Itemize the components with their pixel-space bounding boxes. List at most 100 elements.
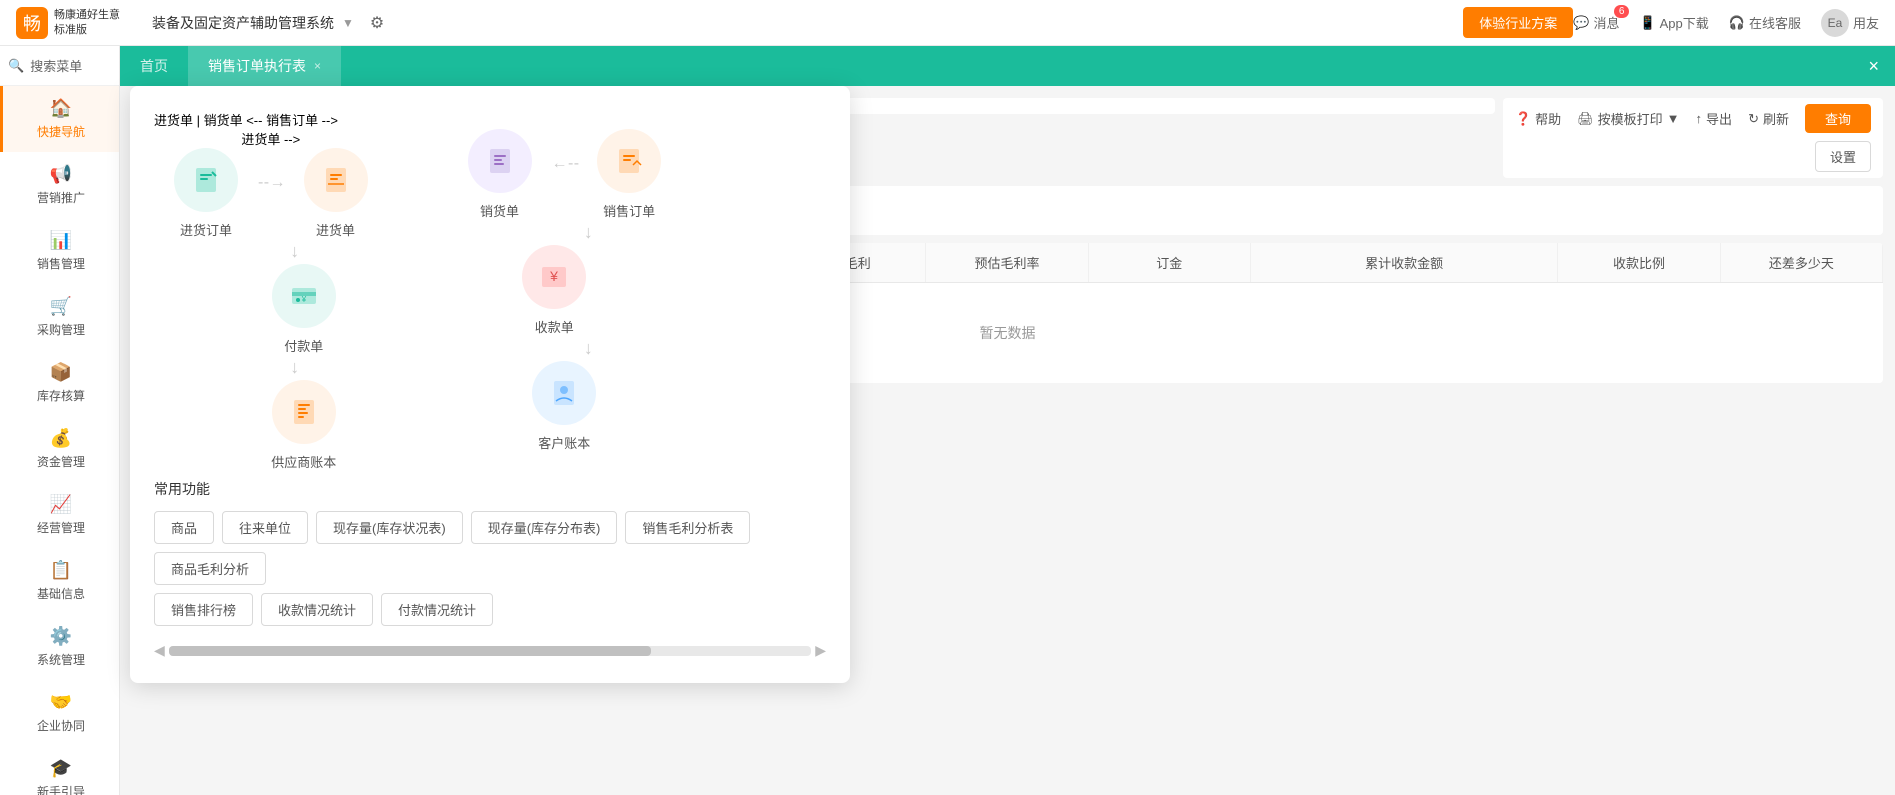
- refresh-icon: ↻: [1748, 111, 1759, 127]
- headset-icon: 🎧: [1729, 15, 1745, 31]
- svg-text:¥: ¥: [549, 268, 558, 284]
- message-icon-item[interactable]: 💬 消息 6: [1573, 13, 1619, 32]
- sidebar-item-label: 基础信息: [37, 585, 85, 602]
- purchase-order-label: 进货订单: [180, 220, 232, 239]
- sidebar-search[interactable]: 🔍 搜索菜单: [0, 46, 119, 86]
- system-title: 装备及固定资产辅助管理系统 ▼ ⚙: [136, 13, 1463, 33]
- help-btn[interactable]: ❓ 帮助: [1515, 109, 1561, 128]
- scroll-right-icon[interactable]: ▶: [815, 642, 826, 659]
- sales-icon: 📊: [50, 230, 72, 251]
- print-icon: 🖨: [1577, 111, 1594, 127]
- col-deposit: 订金: [1089, 243, 1251, 282]
- basic-info-icon: 📋: [50, 560, 72, 581]
- sidebar-item-label: 企业协同: [37, 717, 85, 734]
- flow-node-supplier-ledger[interactable]: 供应商账本: [271, 380, 336, 471]
- func-btn-payment-stats[interactable]: 付款情况统计: [381, 593, 493, 626]
- settings-icon[interactable]: ⚙: [370, 13, 384, 33]
- avatar: Ea: [1821, 9, 1849, 37]
- app-download-item[interactable]: 📱 App下载: [1639, 13, 1708, 32]
- sidebar-item-quick-nav[interactable]: 🏠 快捷导航: [0, 86, 119, 152]
- flow-node-customer-ledger[interactable]: 客户账本: [532, 361, 596, 452]
- sidebar-item-marketing[interactable]: 📢 营销推广: [0, 152, 119, 218]
- scrollbar-track[interactable]: [169, 646, 811, 656]
- sales-bill-label: 销货单: [480, 201, 519, 220]
- func-btn-stock-status[interactable]: 现存量(库存状况表): [316, 511, 463, 544]
- flow-node-purchase-bill[interactable]: 进货单: [304, 148, 368, 239]
- func-btn-receipt-stats[interactable]: 收款情况统计: [261, 593, 373, 626]
- receipt-icon: ¥: [522, 245, 586, 309]
- experience-btn[interactable]: 体验行业方案: [1463, 7, 1573, 38]
- flow-node-sales-bill[interactable]: 销货单: [468, 129, 532, 220]
- flow-node-receipt[interactable]: ¥ 收款单: [522, 245, 586, 336]
- query-btn[interactable]: 查询: [1805, 104, 1871, 133]
- sidebar-item-basic-info[interactable]: 📋 基础信息: [0, 548, 119, 614]
- export-btn[interactable]: ↑ 导出: [1696, 109, 1733, 128]
- sidebar: 🔍 搜索菜单 🏠 快捷导航 📢 营销推广 📊 销售管理 🛒 采购管理 📦: [0, 46, 120, 795]
- flow-node-sales-order[interactable]: 销售订单: [597, 129, 661, 220]
- col-receipt-ratio: 收款比例: [1558, 243, 1720, 282]
- guide-icon: 🎓: [50, 758, 72, 779]
- sidebar-item-enterprise[interactable]: 🤝 企业协同: [0, 680, 119, 746]
- tab-close-icon[interactable]: ×: [314, 59, 321, 73]
- sidebar-item-sales[interactable]: 📊 销售管理: [0, 218, 119, 284]
- scrollbar-thumb: [169, 646, 651, 656]
- flow-dialog: 进货单 | 销货单 <-- 销售订单 --> 进货单 -->: [130, 86, 850, 683]
- customer-ledger-icon: [532, 361, 596, 425]
- func-btn-stock-dist[interactable]: 现存量(库存分布表): [471, 511, 618, 544]
- arrow-sales-bill-down: ↓: [536, 222, 593, 243]
- print-btn[interactable]: 🖨 按模板打印 ▼: [1577, 109, 1679, 128]
- svg-text:¥: ¥: [301, 295, 307, 304]
- sales-bill-icon: [468, 129, 532, 193]
- sales-order-icon: [597, 129, 661, 193]
- tab-bar-close-btn[interactable]: ×: [1852, 56, 1895, 77]
- sidebar-item-label: 经营管理: [37, 519, 85, 536]
- search-icon: 🔍: [8, 58, 24, 74]
- scroll-left-icon[interactable]: ◀: [154, 642, 165, 659]
- arrow-payment-down: ↓: [242, 357, 299, 378]
- func-btn-product[interactable]: 商品: [154, 511, 214, 544]
- col-est-gross-rate: 预估毛利率: [926, 243, 1088, 282]
- finance-icon: 💰: [50, 428, 72, 449]
- tab-bar: 首页 销售订单执行表 × ×: [120, 46, 1895, 86]
- phone-icon: 📱: [1639, 15, 1655, 31]
- sidebar-item-label: 销售管理: [37, 255, 85, 272]
- online-service-item[interactable]: 🎧 在线客服: [1729, 13, 1801, 32]
- sidebar-item-label: 快捷导航: [37, 123, 85, 140]
- func-btn-product-gross[interactable]: 商品毛利分析: [154, 552, 266, 585]
- dropdown-arrow-icon[interactable]: ▼: [342, 16, 354, 30]
- sidebar-item-label: 营销推广: [37, 189, 85, 206]
- col-days-diff: 还差多少天: [1721, 243, 1883, 282]
- purchase-bill-icon: [304, 148, 368, 212]
- func-btn-counterpart[interactable]: 往来单位: [222, 511, 308, 544]
- set-btn[interactable]: 设置: [1815, 141, 1871, 172]
- print-dropdown-icon: ▼: [1667, 111, 1680, 126]
- sidebar-item-inventory[interactable]: 📦 库存核算: [0, 350, 119, 416]
- arrow-purchase-order-to-bill: - - →: [258, 174, 284, 214]
- sidebar-item-label: 库存核算: [37, 387, 85, 404]
- purchase-bill-label: 进货单: [316, 220, 355, 239]
- func-buttons-row2: 销售排行榜 收款情况统计 付款情况统计: [154, 593, 826, 626]
- func-btn-sales-gross[interactable]: 销售毛利分析表: [625, 511, 750, 544]
- user-avatar-item[interactable]: Ea 用友: [1821, 9, 1879, 37]
- flow-node-payment[interactable]: ¥ 付款单: [272, 264, 336, 355]
- arrow-receipt-down: ↓: [536, 338, 593, 359]
- arrow-purchase-bill-down: ↓: [242, 241, 299, 262]
- sidebar-item-system[interactable]: ⚙️ 系统管理: [0, 614, 119, 680]
- func-btn-sales-rank[interactable]: 销售排行榜: [154, 593, 253, 626]
- refresh-btn[interactable]: ↻ 刷新: [1748, 109, 1789, 128]
- home-icon: 🏠: [50, 98, 72, 119]
- logo-text: 畅康通好生意 标准版: [54, 8, 120, 37]
- sales-order-label: 销售订单: [603, 201, 655, 220]
- sidebar-item-label: 采购管理: [37, 321, 85, 338]
- supplier-ledger-icon: [272, 380, 336, 444]
- col-acc-receipt: 累计收款金额: [1251, 243, 1559, 282]
- flow-node-purchase-order[interactable]: 进货订单: [174, 148, 238, 239]
- tab-sales-order-exec[interactable]: 销售订单执行表 ×: [188, 46, 341, 86]
- header-icons: 💬 消息 6 📱 App下载 🎧 在线客服 Ea 用友: [1573, 9, 1879, 37]
- sidebar-item-purchase[interactable]: 🛒 采购管理: [0, 284, 119, 350]
- sidebar-item-operations[interactable]: 📈 经营管理: [0, 482, 119, 548]
- sidebar-item-finance[interactable]: 💰 资金管理: [0, 416, 119, 482]
- sidebar-item-guide[interactable]: 🎓 新手引导: [0, 746, 119, 795]
- supplier-ledger-label: 供应商账本: [271, 452, 336, 471]
- tab-home[interactable]: 首页: [120, 46, 188, 86]
